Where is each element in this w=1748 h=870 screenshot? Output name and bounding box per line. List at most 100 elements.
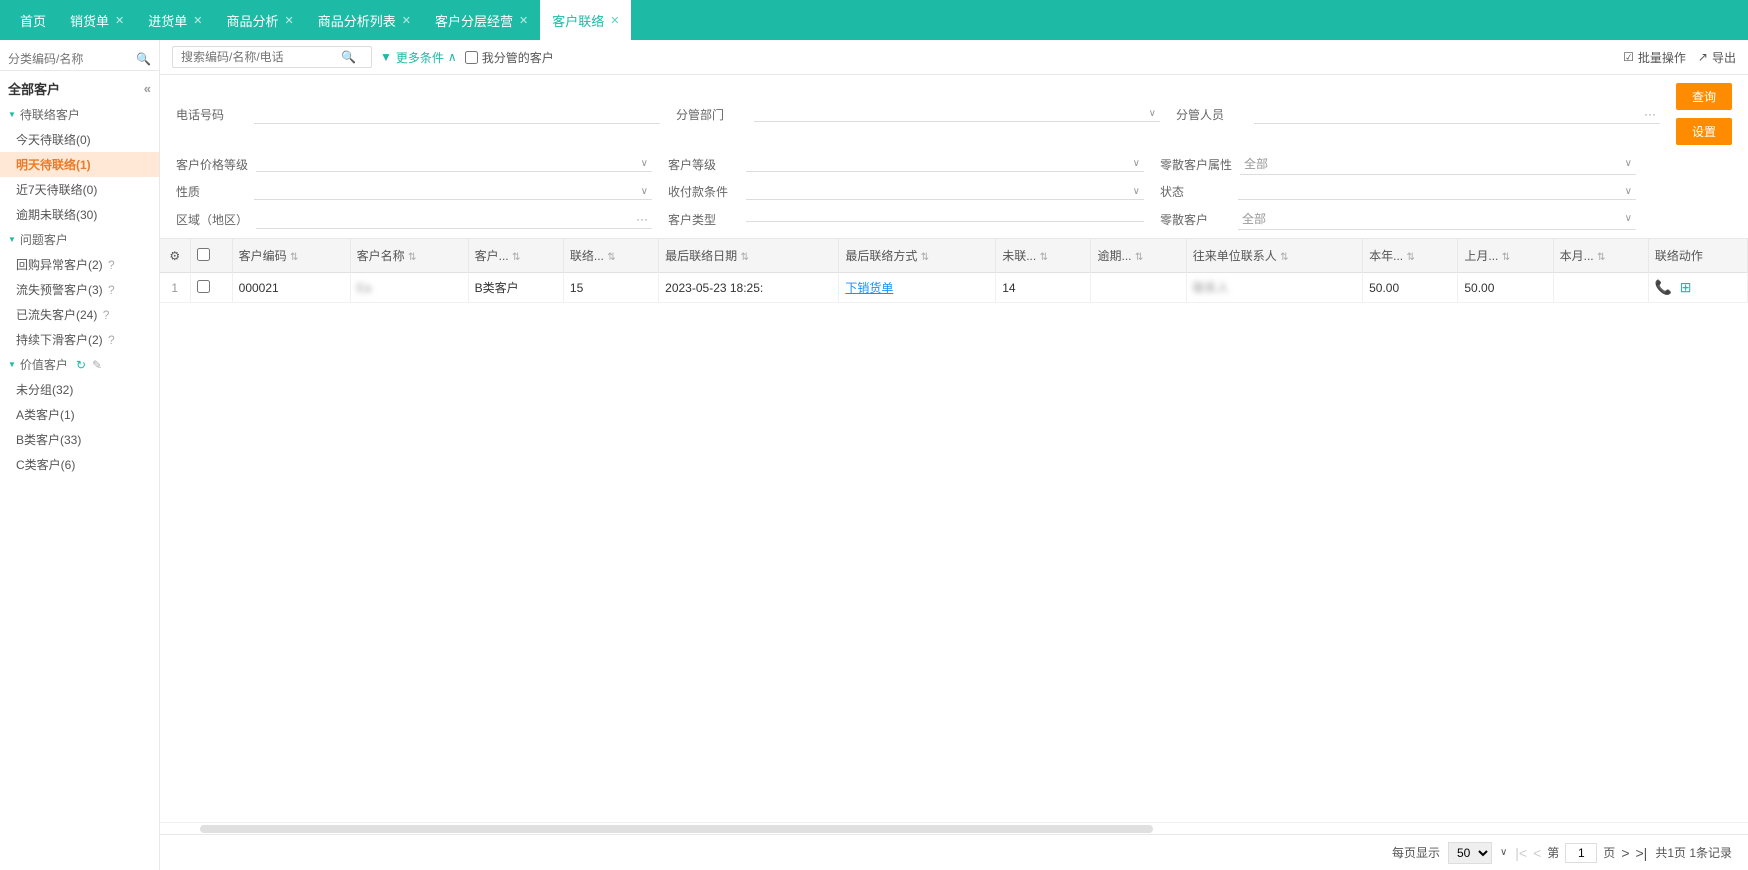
nav-home[interactable]: 首页 xyxy=(8,0,58,40)
row-unlocked: 14 xyxy=(996,273,1091,303)
query-button[interactable]: 查询 xyxy=(1676,83,1732,110)
close-icon[interactable]: ✕ xyxy=(285,14,294,27)
sidebar: 🔍 全部客户 « ▼ 待联络客户 今天待联络(0) 明天待联络(1) 近7天待联… xyxy=(0,40,160,870)
nav-product-analysis[interactable]: 商品分析 ✕ xyxy=(214,0,305,40)
sort-icon: ⇅ xyxy=(290,252,298,263)
table-header-name[interactable]: 客户名称 ⇅ xyxy=(350,239,468,273)
gear-icon[interactable]: ⚙ xyxy=(169,249,180,263)
next-page-button[interactable]: > xyxy=(1621,845,1629,861)
retail-customer-select[interactable]: 全部∨ xyxy=(1238,208,1636,230)
retail-attr-select[interactable]: 全部∨ xyxy=(1240,153,1636,175)
sidebar-item-repurchase-abnormal[interactable]: 回购异常客户(2) ? xyxy=(0,252,159,277)
toolbar: 🔍 ▼ 更多条件 ∧ 我分管的客户 ☑ 批量操作 ↗ 导出 xyxy=(160,40,1748,75)
sidebar-item-c-class[interactable]: C类客户(6) xyxy=(0,452,159,477)
footer: 每页显示 50 ∨ |< < 第 页 > >| 共1页 1条记录 xyxy=(160,834,1748,870)
customer-level-select[interactable]: ∨ xyxy=(746,156,1144,172)
table-area: ⚙ 客户编码 ⇅ 客户名称 ⇅ xyxy=(160,239,1748,822)
nav-customer-contact[interactable]: 客户联络 ✕ xyxy=(540,0,631,40)
close-icon[interactable]: ✕ xyxy=(115,14,124,27)
table-header-code[interactable]: 客户编码 ⇅ xyxy=(232,239,350,273)
row-partner-contact: 联系人 xyxy=(1186,273,1362,303)
export-button[interactable]: ↗ 导出 xyxy=(1698,49,1736,66)
sidebar-item-today-pending[interactable]: 今天待联络(0) xyxy=(0,127,159,152)
my-customers-checkbox[interactable] xyxy=(465,51,478,64)
my-customers-checkbox-label[interactable]: 我分管的客户 xyxy=(465,49,554,66)
sort-icon: ⇅ xyxy=(1502,252,1510,263)
table-row: 1 000021 Ea B类客户 xyxy=(160,273,1748,303)
prev-page-button[interactable]: < xyxy=(1533,845,1541,861)
dept-select[interactable]: ∨ xyxy=(754,106,1160,122)
close-icon[interactable]: ✕ xyxy=(402,14,411,27)
phone-input[interactable] xyxy=(254,105,660,124)
filter-status: 状态 ∨ xyxy=(1160,183,1636,200)
refresh-icon[interactable]: ↻ xyxy=(76,358,86,372)
filter-manager: 分管人员 ··· xyxy=(1176,105,1660,124)
status-select[interactable]: ∨ xyxy=(1238,184,1636,200)
phone-icon[interactable]: 📞 xyxy=(1655,279,1672,295)
row-checkbox[interactable] xyxy=(197,280,210,293)
close-icon[interactable]: ✕ xyxy=(193,14,202,27)
table-header-gear[interactable]: ⚙ xyxy=(160,239,190,273)
sort-icon: ⇅ xyxy=(607,252,615,263)
search-input[interactable] xyxy=(181,50,341,64)
nav-sales-order[interactable]: 销货单 ✕ xyxy=(58,0,136,40)
region-select[interactable]: ··· xyxy=(256,210,652,229)
select-all-checkbox[interactable] xyxy=(197,248,210,261)
edit-icon[interactable]: ✎ xyxy=(92,358,102,372)
collapse-icon[interactable]: « xyxy=(144,81,151,96)
table-header-this-month[interactable]: 本月... ⇅ xyxy=(1553,239,1648,273)
price-level-select[interactable]: ∨ xyxy=(256,156,652,172)
sidebar-item-tomorrow-pending[interactable]: 明天待联络(1) xyxy=(0,152,159,177)
nav-product-analysis-list[interactable]: 商品分析列表 ✕ xyxy=(306,0,423,40)
sort-icon: ⇅ xyxy=(512,252,520,263)
nav-purchase-order[interactable]: 进货单 ✕ xyxy=(136,0,214,40)
row-checkbox-cell[interactable] xyxy=(190,273,232,303)
table-header-year-amount[interactable]: 本年... ⇅ xyxy=(1363,239,1458,273)
sidebar-item-7days-pending[interactable]: 近7天待联络(0) xyxy=(0,177,159,202)
table-header-category[interactable]: 客户... ⇅ xyxy=(468,239,563,273)
table-header-overdue[interactable]: 逾期... ⇅ xyxy=(1091,239,1186,273)
table-header-last-contact-method[interactable]: 最后联络方式 ⇅ xyxy=(839,239,996,273)
payment-terms-select[interactable]: ∨ xyxy=(746,184,1144,200)
sidebar-item-churned[interactable]: 已流失客户(24) ? xyxy=(0,302,159,327)
sidebar-item-overdue-pending[interactable]: 逾期未联络(30) xyxy=(0,202,159,227)
content-area: 🔍 ▼ 更多条件 ∧ 我分管的客户 ☑ 批量操作 ↗ 导出 xyxy=(160,40,1748,870)
table-header-last-contact-date[interactable]: 最后联络日期 ⇅ xyxy=(659,239,839,273)
row-index: 1 xyxy=(160,273,190,303)
row-name: Ea xyxy=(350,273,468,303)
batch-operation-button[interactable]: ☑ 批量操作 xyxy=(1623,49,1686,66)
page-size-select[interactable]: 50 xyxy=(1448,842,1492,864)
set-button[interactable]: 设置 xyxy=(1676,118,1732,145)
chevron-up-icon: ∧ xyxy=(448,50,457,64)
row-last-contact-method[interactable]: 下销货单 xyxy=(839,273,996,303)
page-number-input[interactable] xyxy=(1565,843,1597,863)
nature-select[interactable]: ∨ xyxy=(254,184,652,200)
filter-row-4: 区域（地区） ··· 客户类型 零散客户 全部∨ xyxy=(176,208,1732,230)
search-icon[interactable]: 🔍 xyxy=(136,52,151,66)
filter-button[interactable]: ▼ 更多条件 ∧ xyxy=(380,49,457,66)
table-header-checkbox[interactable] xyxy=(190,239,232,273)
table-header-unlocked[interactable]: 未联... ⇅ xyxy=(996,239,1091,273)
sidebar-item-b-class[interactable]: B类客户(33) xyxy=(0,427,159,452)
nav-customer-segmentation[interactable]: 客户分层经营 ✕ xyxy=(423,0,540,40)
close-icon[interactable]: ✕ xyxy=(519,14,528,27)
horizontal-scrollbar[interactable] xyxy=(160,822,1748,834)
table-header-last-month[interactable]: 上月... ⇅ xyxy=(1458,239,1553,273)
expand-icon: ▼ xyxy=(8,110,16,119)
close-icon[interactable]: ✕ xyxy=(610,14,619,27)
search-icon[interactable]: 🔍 xyxy=(341,50,356,64)
sidebar-item-churn-warning[interactable]: 流失预警客户(3) ? xyxy=(0,277,159,302)
sidebar-item-declining[interactable]: 持续下滑客户(2) ? xyxy=(0,327,159,352)
first-page-button[interactable]: |< xyxy=(1515,845,1527,861)
table-header-partner-contact[interactable]: 往来单位联系人 ⇅ xyxy=(1186,239,1362,273)
chevron-down-icon: ∨ xyxy=(1149,108,1156,119)
customer-type-select[interactable] xyxy=(746,217,1144,222)
sidebar-search-input[interactable] xyxy=(8,52,136,66)
main-layout: 🔍 全部客户 « ▼ 待联络客户 今天待联络(0) 明天待联络(1) 近7天待联… xyxy=(0,40,1748,870)
last-page-button[interactable]: >| xyxy=(1636,845,1648,861)
manager-select[interactable]: ··· xyxy=(1254,105,1660,124)
sidebar-item-ungrouped[interactable]: 未分组(32) xyxy=(0,377,159,402)
sidebar-item-a-class[interactable]: A类客户(1) xyxy=(0,402,159,427)
grid-icon[interactable]: ⊞ xyxy=(1680,279,1692,295)
table-header-contact-count[interactable]: 联络... ⇅ xyxy=(563,239,658,273)
